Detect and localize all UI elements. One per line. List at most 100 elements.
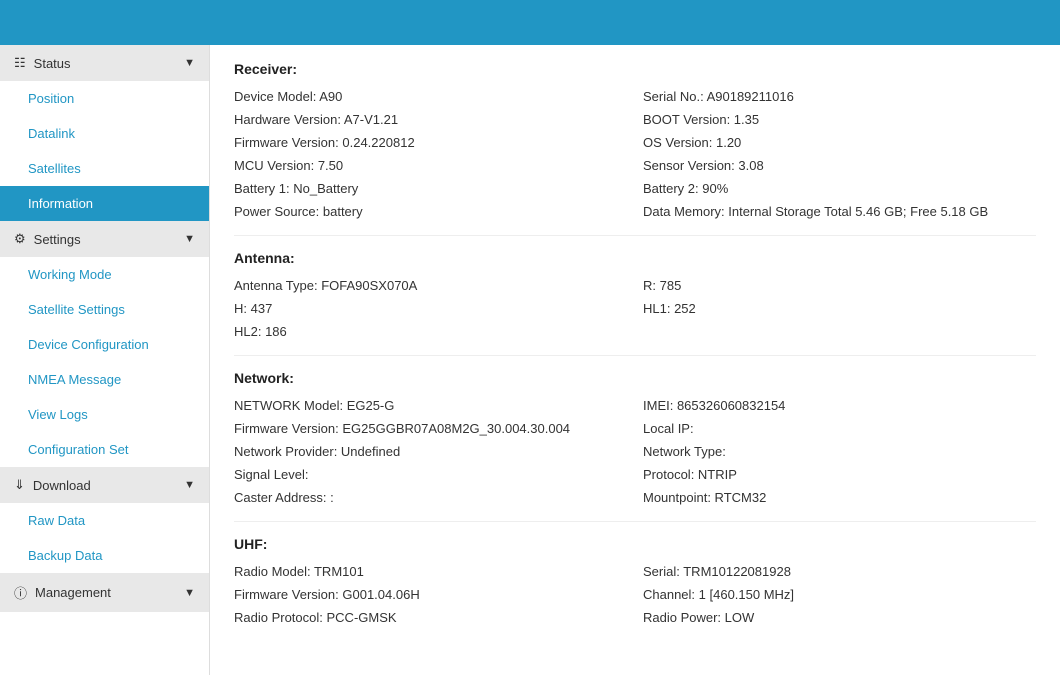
sidebar-item-nmea-message[interactable]: NMEA Message — [0, 362, 209, 397]
info-row: Serial: TRM10122081928 — [643, 562, 1036, 581]
sidebar-section-status[interactable]: ☷Status▼ — [0, 45, 209, 81]
chevron-icon: ▼ — [184, 479, 195, 491]
field-value: 1.20 — [716, 135, 741, 150]
field-label: Radio Model: — [234, 564, 314, 579]
field-label: Caster Address: — [234, 490, 330, 505]
info-row: Mountpoint: RTCM32 — [643, 488, 1036, 507]
field-label: H: — [234, 301, 251, 316]
info-row: H: 437 — [234, 299, 627, 318]
field-label: MCU Version: — [234, 158, 318, 173]
field-label: IMEI: — [643, 398, 677, 413]
section-grid-network: NETWORK Model: EG25-G IMEI: 8653260608321… — [234, 396, 1036, 507]
field-label: HL2: — [234, 324, 265, 339]
field-value: 0.24.220812 — [342, 135, 414, 150]
info-row: Antenna Type: FOFA90SX070A — [234, 276, 627, 295]
info-row: MCU Version: 7.50 — [234, 156, 627, 175]
section-title-antenna: Antenna: — [234, 250, 1036, 266]
sidebar-item-satellites[interactable]: Satellites — [0, 151, 209, 186]
field-label: Sensor Version: — [643, 158, 738, 173]
field-label: OS Version: — [643, 135, 716, 150]
section-grid-antenna: Antenna Type: FOFA90SX070A R: 785 H: 437 HL… — [234, 276, 1036, 341]
field-value: A7-V1.21 — [344, 112, 398, 127]
info-row: Battery 1: No_Battery — [234, 179, 627, 198]
field-value: 252 — [674, 301, 696, 316]
field-label: Network Provider: — [234, 444, 341, 459]
field-label: Radio Power: — [643, 610, 725, 625]
sidebar-section-label: Download — [33, 478, 91, 493]
field-value: TRM10122081928 — [683, 564, 791, 579]
section-grid-receiver: Device Model: A90 Serial No.: A9018921101… — [234, 87, 1036, 221]
sidebar-item-information[interactable]: Information — [0, 186, 209, 221]
info-row: Firmware Version: G001.04.06H — [234, 585, 627, 604]
info-row: Radio Model: TRM101 — [234, 562, 627, 581]
sidebar-item-backup-data[interactable]: Backup Data — [0, 538, 209, 573]
info-row: Radio Protocol: PCC-GMSK — [234, 608, 627, 627]
info-row: HL2: 186 — [234, 322, 627, 341]
info-row: Serial No.: A90189211016 — [643, 87, 1036, 106]
sidebar-item-raw-data[interactable]: Raw Data — [0, 503, 209, 538]
field-value: PCC-GMSK — [327, 610, 397, 625]
info-row: NETWORK Model: EG25-G — [234, 396, 627, 415]
sidebar-section-management[interactable]: ⓘ Management ▼ — [0, 573, 209, 612]
field-value: Internal Storage Total 5.46 GB; Free 5.1… — [728, 204, 988, 219]
chevron-icon: ▼ — [184, 233, 195, 245]
sidebar-section-label: Management — [35, 585, 111, 600]
section-title-network: Network: — [234, 370, 1036, 386]
sidebar-item-configuration-set[interactable]: Configuration Set — [0, 432, 209, 467]
field-value: RTCM32 — [715, 490, 767, 505]
field-label: Local IP: — [643, 421, 694, 436]
info-row: Data Memory: Internal Storage Total 5.46… — [643, 202, 1036, 221]
info-row: Battery 2: 90% — [643, 179, 1036, 198]
info-row: Power Source: battery — [234, 202, 627, 221]
info-row: Hardware Version: A7-V1.21 — [234, 110, 627, 129]
grid-icon: ☷ — [14, 55, 26, 71]
gear-icon: ⚙ — [14, 231, 26, 247]
field-value: TRM101 — [314, 564, 364, 579]
info-row: Caster Address: : — [234, 488, 627, 507]
field-value: 865326060832154 — [677, 398, 785, 413]
chevron-icon: ▼ — [184, 587, 195, 599]
sidebar-section-label: Settings — [34, 232, 81, 247]
field-value: 437 — [251, 301, 273, 316]
field-label: Antenna Type: — [234, 278, 321, 293]
field-value: NTRIP — [698, 467, 737, 482]
info-row: Signal Level: — [234, 465, 627, 484]
info-row: Local IP: — [643, 419, 1036, 438]
info-row: HL1: 252 — [643, 299, 1036, 318]
info-row: Network Type: — [643, 442, 1036, 461]
sidebar-item-datalink[interactable]: Datalink — [0, 116, 209, 151]
sidebar-section-download[interactable]: ⇓Download▼ — [0, 467, 209, 503]
main-content: Receiver: Device Model: A90 Serial No.: A9… — [210, 45, 1060, 675]
info-row: R: 785 — [643, 276, 1036, 295]
field-label: HL1: — [643, 301, 674, 316]
info-row: Device Model: A90 — [234, 87, 627, 106]
info-row: Firmware Version: 0.24.220812 — [234, 133, 627, 152]
field-label: Data Memory: — [643, 204, 728, 219]
field-value: A90189211016 — [707, 89, 794, 104]
field-value: EG25GGBR07A08M2G_30.004.30.004 — [342, 421, 570, 436]
sidebar: ☷Status▼PositionDatalinkSatellitesInform… — [0, 45, 210, 675]
sidebar-item-position[interactable]: Position — [0, 81, 209, 116]
sidebar-item-view-logs[interactable]: View Logs — [0, 397, 209, 432]
sidebar-section-settings[interactable]: ⚙ Settings ▼ — [0, 221, 209, 257]
field-label: Power Source: — [234, 204, 323, 219]
field-label: Device Model: — [234, 89, 319, 104]
sidebar-item-device-configuration[interactable]: Device Configuration — [0, 327, 209, 362]
info-row: Protocol: NTRIP — [643, 465, 1036, 484]
field-label: Firmware Version: — [234, 421, 342, 436]
field-label: Signal Level: — [234, 467, 308, 482]
field-value: FOFA90SX070A — [321, 278, 417, 293]
field-label: Firmware Version: — [234, 135, 342, 150]
info-row: Firmware Version: EG25GGBR07A08M2G_30.00… — [234, 419, 627, 438]
info-icon: ⓘ — [14, 583, 27, 602]
info-row: Sensor Version: 3.08 — [643, 156, 1036, 175]
field-label: Network Type: — [643, 444, 726, 459]
section-title-receiver: Receiver: — [234, 61, 1036, 77]
field-label: Serial: — [643, 564, 683, 579]
sidebar-item-working-mode[interactable]: Working Mode — [0, 257, 209, 292]
field-value: Undefined — [341, 444, 400, 459]
field-label: Protocol: — [643, 467, 698, 482]
field-value: EG25-G — [347, 398, 395, 413]
field-value: A90 — [319, 89, 342, 104]
sidebar-item-satellite-settings[interactable]: Satellite Settings — [0, 292, 209, 327]
